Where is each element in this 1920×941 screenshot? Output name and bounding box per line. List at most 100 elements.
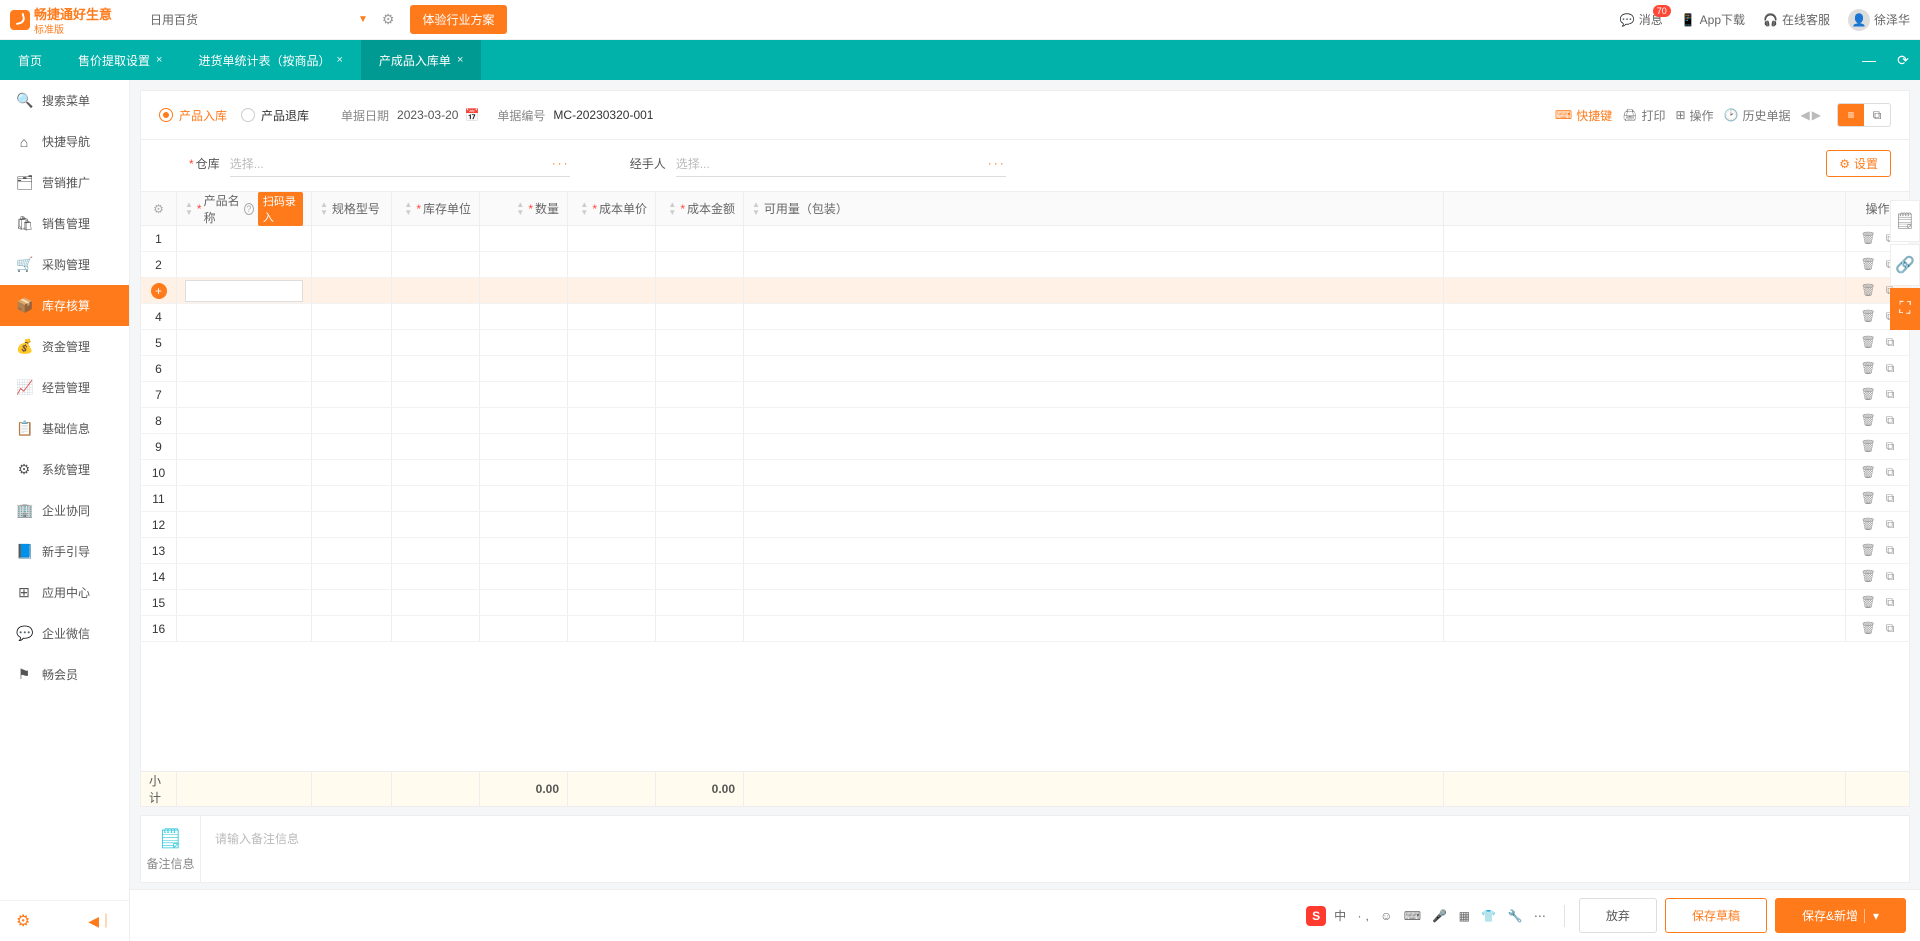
unit-cell[interactable]	[392, 382, 480, 407]
tab-finished-goods-in[interactable]: 产成品入库单×	[361, 40, 481, 80]
spec-cell[interactable]	[312, 564, 392, 589]
product-cell[interactable]	[177, 538, 312, 563]
spec-cell[interactable]	[312, 382, 392, 407]
product-cell[interactable]	[177, 460, 312, 485]
spec-cell[interactable]	[312, 408, 392, 433]
table-row[interactable]: 8🗑⧉	[141, 408, 1909, 434]
qty-cell[interactable]	[480, 616, 568, 641]
table-row[interactable]: 10🗑⧉	[141, 460, 1909, 486]
prev-doc-button[interactable]: ◀	[1801, 108, 1810, 122]
amount-cell[interactable]	[656, 512, 744, 537]
copy-row-icon[interactable]: ⧉	[1886, 569, 1895, 584]
table-row[interactable]: 14🗑⧉	[141, 564, 1909, 590]
th-amount[interactable]: ▲▼*成本金额	[656, 192, 744, 225]
amount-cell[interactable]	[656, 382, 744, 407]
product-cell[interactable]	[177, 564, 312, 589]
settings-icon[interactable]: ⚙	[16, 911, 30, 931]
table-row[interactable]: 13🗑⧉	[141, 538, 1909, 564]
table-row[interactable]: 16🗑⧉	[141, 616, 1909, 642]
quickkey-button[interactable]: ⌨快捷键	[1555, 107, 1612, 124]
product-cell[interactable]	[177, 434, 312, 459]
qty-cell[interactable]	[480, 590, 568, 615]
table-row[interactable]: 4🗑⧉	[141, 304, 1909, 330]
radio-product-in[interactable]: 产品入库	[159, 107, 227, 124]
available-cell[interactable]	[744, 616, 1444, 641]
th-cost[interactable]: ▲▼*成本单价	[568, 192, 656, 225]
available-cell[interactable]	[744, 330, 1444, 355]
category-selector[interactable]: 日用百货 ▼	[150, 11, 368, 28]
spec-cell[interactable]	[312, 512, 392, 537]
spec-cell[interactable]	[312, 252, 392, 277]
unit-cell[interactable]	[392, 460, 480, 485]
spec-cell[interactable]	[312, 226, 392, 251]
cost-cell[interactable]	[568, 434, 656, 459]
unit-cell[interactable]	[392, 486, 480, 511]
product-cell[interactable]	[177, 382, 312, 407]
copy-row-icon[interactable]: ⧉	[1886, 595, 1895, 610]
delete-row-icon[interactable]: 🗑	[1861, 595, 1876, 610]
sidebar-item-3[interactable]: 🛍销售管理	[0, 203, 129, 244]
available-cell[interactable]	[744, 590, 1444, 615]
product-cell[interactable]	[177, 330, 312, 355]
available-cell[interactable]	[744, 486, 1444, 511]
qty-cell[interactable]	[480, 538, 568, 563]
amount-cell[interactable]	[656, 252, 744, 277]
table-row[interactable]: 2🗑⧉	[141, 252, 1909, 278]
copy-row-icon[interactable]: ⧉	[1886, 543, 1895, 558]
copy-row-icon[interactable]: ⧉	[1886, 413, 1895, 428]
sidebar-item-2[interactable]: 🗂营销推广	[0, 162, 129, 203]
amount-cell[interactable]	[656, 304, 744, 329]
sidebar-item-11[interactable]: 📘新手引导	[0, 531, 129, 572]
product-cell[interactable]	[177, 304, 312, 329]
unit-cell[interactable]	[392, 330, 480, 355]
cost-cell[interactable]	[568, 226, 656, 251]
available-cell[interactable]	[744, 512, 1444, 537]
gear-icon[interactable]: ⚙	[382, 11, 395, 28]
available-cell[interactable]	[744, 434, 1444, 459]
spec-cell[interactable]	[312, 330, 392, 355]
table-row[interactable]: 7🗑⧉	[141, 382, 1909, 408]
delete-row-icon[interactable]: 🗑	[1861, 491, 1876, 506]
product-cell[interactable]	[177, 408, 312, 433]
available-cell[interactable]	[744, 460, 1444, 485]
sidebar-item-13[interactable]: 💬企业微信	[0, 613, 129, 654]
qty-cell[interactable]	[480, 252, 568, 277]
radio-product-return[interactable]: 产品退库	[241, 107, 309, 124]
delete-row-icon[interactable]: 🗑	[1861, 465, 1876, 480]
available-cell[interactable]	[744, 226, 1444, 251]
table-row[interactable]: 6🗑⧉	[141, 356, 1909, 382]
user-menu[interactable]: 👤 徐泽华	[1848, 9, 1910, 31]
amount-cell[interactable]	[656, 564, 744, 589]
messages-button[interactable]: 💬 消息 70	[1620, 11, 1663, 28]
delete-row-icon[interactable]: 🗑	[1861, 335, 1876, 350]
cost-cell[interactable]	[568, 252, 656, 277]
delete-row-icon[interactable]: 🗑	[1861, 231, 1876, 246]
amount-cell[interactable]	[656, 616, 744, 641]
copy-row-icon[interactable]: ⧉	[1886, 387, 1895, 402]
copy-row-icon[interactable]: ⧉	[1886, 361, 1895, 376]
product-cell[interactable]	[177, 616, 312, 641]
delete-row-icon[interactable]: 🗑	[1861, 569, 1876, 584]
table-row[interactable]: 9🗑⧉	[141, 434, 1909, 460]
save-and-new-button[interactable]: 保存&新增▾	[1775, 898, 1906, 933]
remark-input[interactable]: 请输入备注信息	[201, 816, 1909, 882]
available-cell[interactable]	[744, 278, 1444, 303]
unit-cell[interactable]	[392, 408, 480, 433]
sidebar-item-9[interactable]: ⚙系统管理	[0, 449, 129, 490]
sidebar-item-14[interactable]: ⚑畅会员	[0, 654, 129, 695]
online-service-button[interactable]: 🎧 在线客服	[1763, 11, 1830, 28]
handler-select[interactable]: 选择... ···	[676, 151, 1006, 177]
history-button[interactable]: 🕑历史单据	[1724, 107, 1791, 124]
th-unit[interactable]: ▲▼*库存单位	[392, 192, 480, 225]
print-button[interactable]: 🖨打印	[1622, 107, 1665, 124]
unit-cell[interactable]	[392, 304, 480, 329]
product-cell[interactable]	[177, 278, 312, 303]
spec-cell[interactable]	[312, 460, 392, 485]
cost-cell[interactable]	[568, 616, 656, 641]
qty-cell[interactable]	[480, 226, 568, 251]
table-row[interactable]: 1🗑⧉	[141, 226, 1909, 252]
tab-home[interactable]: 首页	[0, 40, 60, 80]
qty-cell[interactable]	[480, 304, 568, 329]
delete-row-icon[interactable]: 🗑	[1861, 543, 1876, 558]
amount-cell[interactable]	[656, 590, 744, 615]
